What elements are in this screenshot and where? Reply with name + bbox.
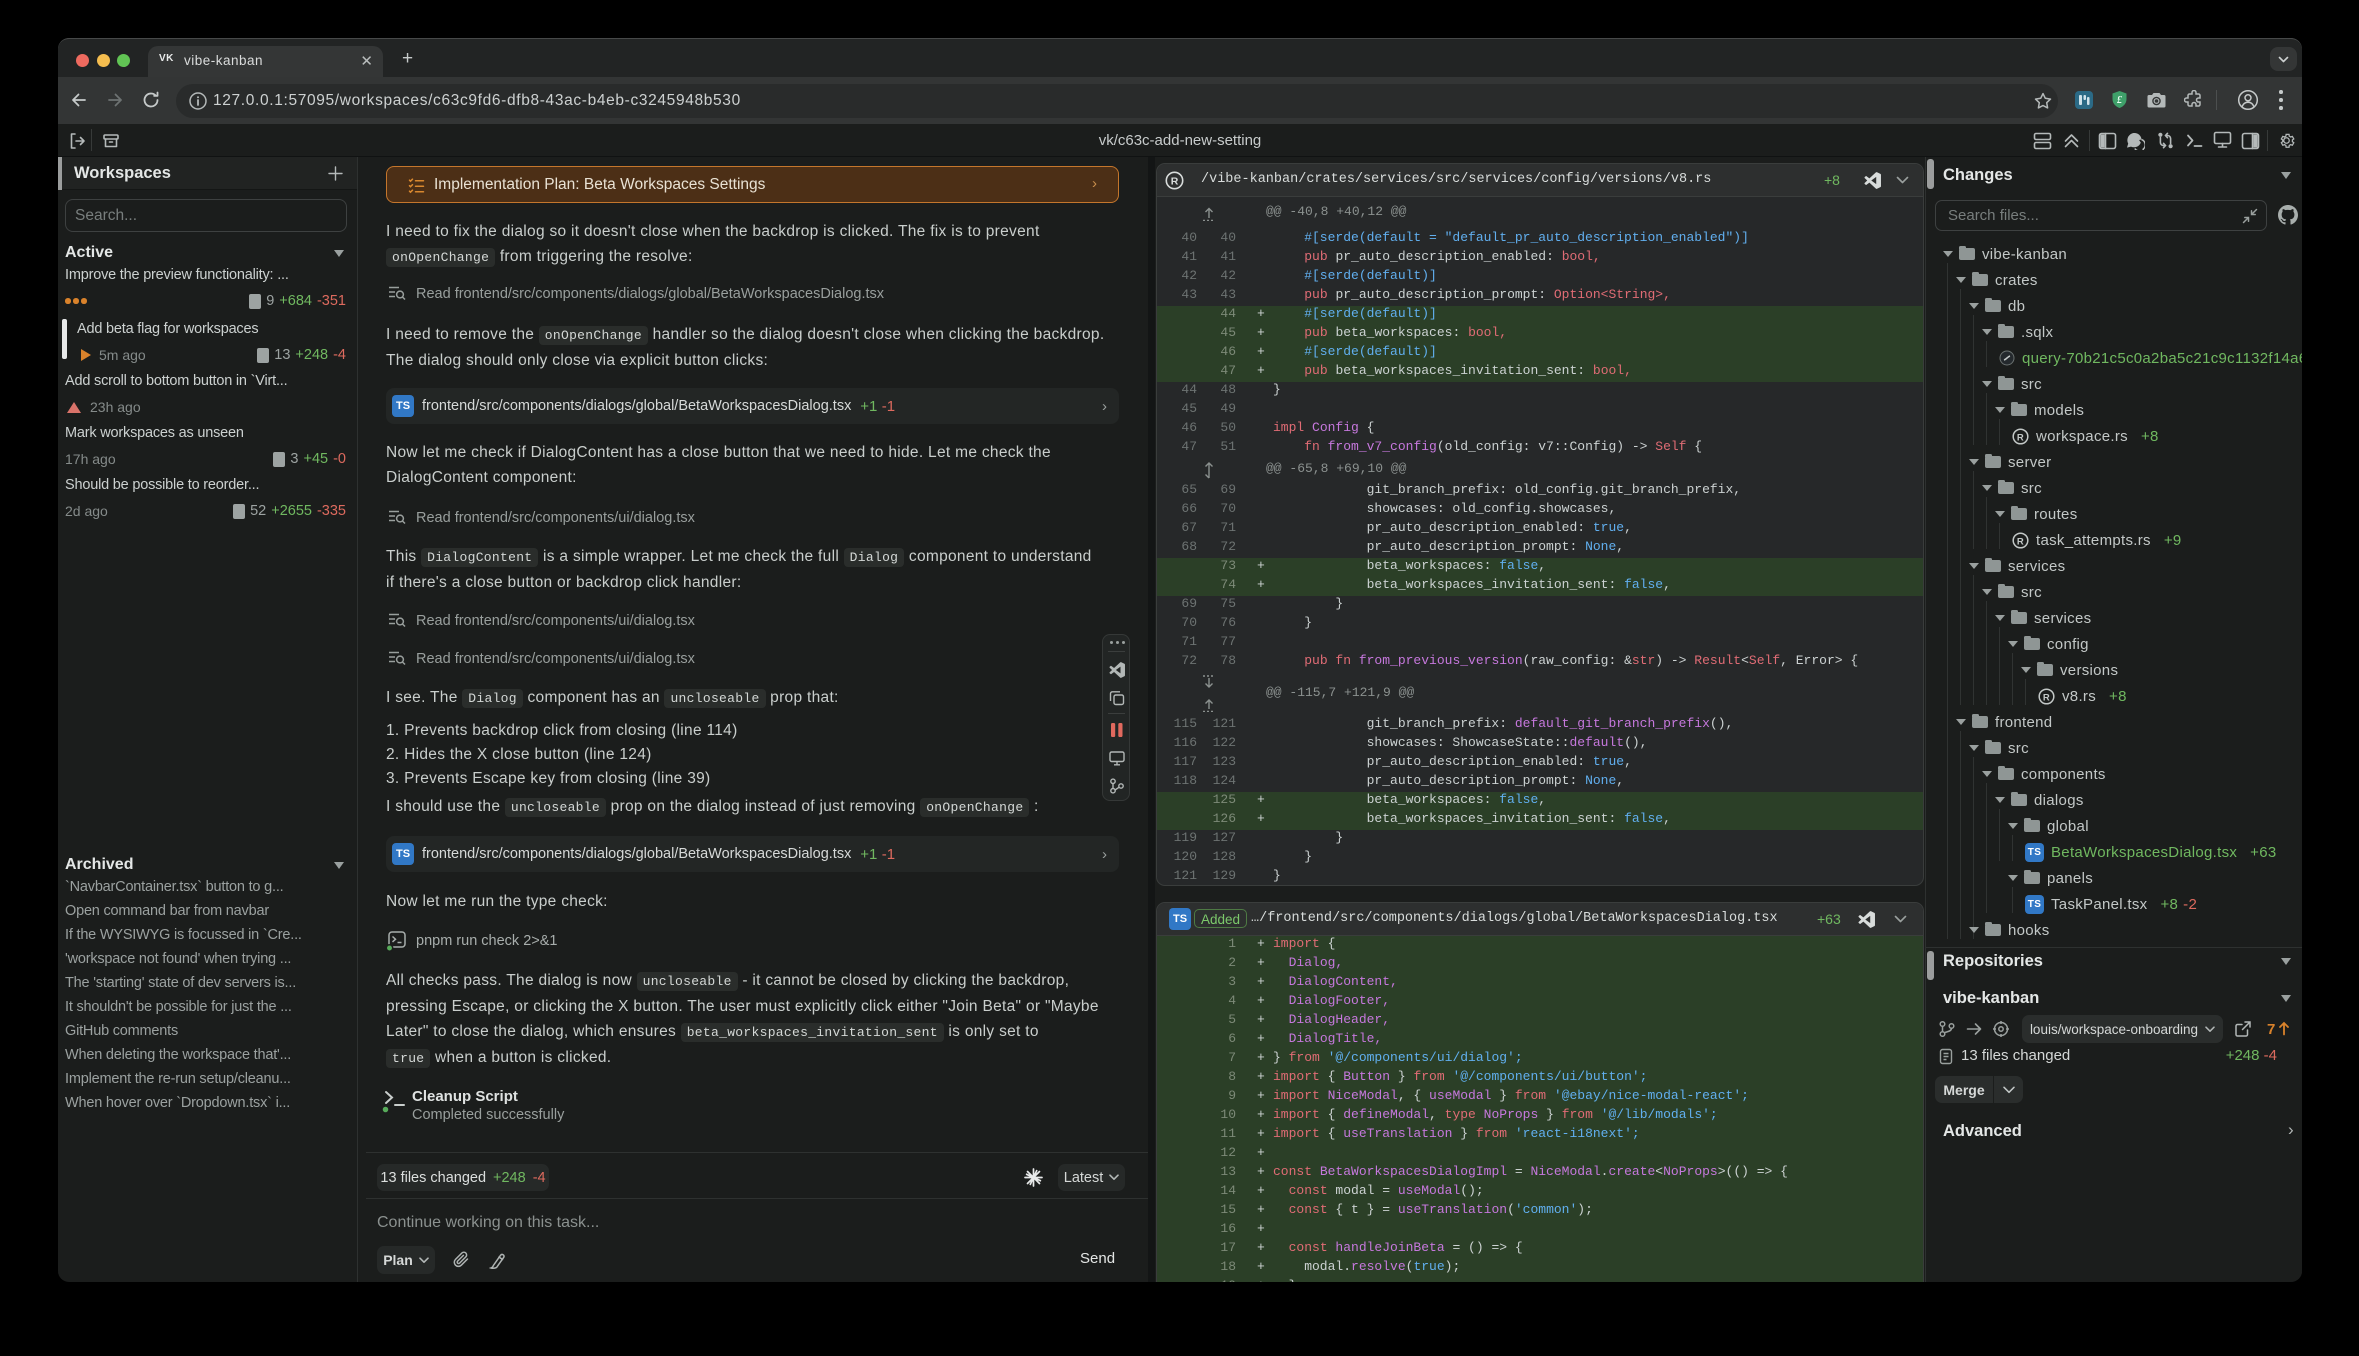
svg-text:£: £ — [2116, 95, 2123, 106]
svg-text:R: R — [2017, 432, 2024, 443]
svg-text:R: R — [1171, 176, 1179, 188]
svg-text:R: R — [2043, 692, 2050, 703]
svg-text:R: R — [2017, 536, 2024, 547]
